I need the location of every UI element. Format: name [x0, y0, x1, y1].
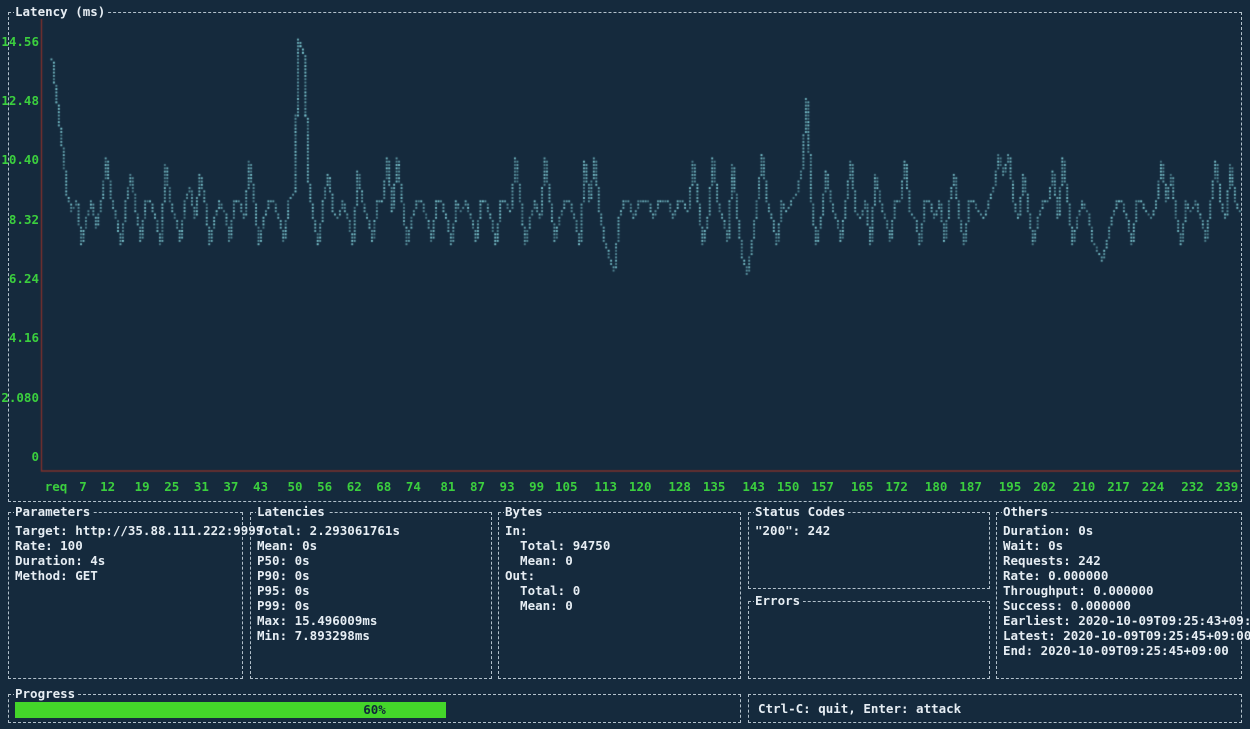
parameters-panel: Parameters Target: http://35.88.111.222:… — [8, 504, 264, 679]
x-tick-label: 143 — [742, 479, 765, 494]
stat-line: Latest: 2020-10-09T09:25:45+09:00 — [1003, 628, 1250, 643]
x-tick-label: 87 — [469, 479, 486, 494]
ali-terminal-screen[interactable]: Latency (ms) 14.5612.4810.408.326.244.16… — [0, 0, 1250, 729]
keybindings-hint-text: Ctrl-C: quit, Enter: attack — [758, 701, 962, 716]
x-tick-label: 165 — [850, 479, 874, 494]
others-stats: Duration: 0s Wait: 0s Requests: 242 Rate: 0… — [997, 513, 1250, 658]
x-tick-label: 25 — [164, 479, 180, 494]
x-tick-label: 202 — [1033, 479, 1056, 494]
x-tick-label: 195 — [998, 479, 1022, 494]
stat-line: Mean: 0s — [257, 538, 318, 553]
x-tick-label: 135 — [702, 479, 726, 494]
stat-line: Mean: 0 — [505, 598, 573, 613]
bytes-stats: In: Total: 94750 Mean: 0 Out: Total: 0 Me… — [499, 513, 740, 613]
x-tick-label: 105 — [554, 479, 578, 494]
x-tick-label: 217 — [1107, 479, 1130, 494]
y-tick-label: 6.24 — [8, 271, 39, 287]
status-codes-panel: Status Codes "200": 242 — [748, 504, 990, 589]
stat-line: Max: 15.496009ms — [257, 613, 378, 628]
x-axis-unit-label: req — [44, 479, 68, 494]
stat-line: Rate: 0.000000 — [1003, 568, 1109, 583]
x-axis-tick-labels: req 7 12 19 25 31 37 43 50 56 62 68 74 81 87 93 99 105 113… — [0, 479, 1250, 497]
progress-track: 60% — [15, 702, 734, 718]
x-tick-label: 157 — [811, 479, 834, 494]
stat-line: End: 2020-10-09T09:25:45+09:00 — [1003, 643, 1229, 658]
x-tick-label: 68 — [376, 479, 392, 494]
x-tick-label: 62 — [346, 479, 362, 494]
stat-line: Wait: 0s — [1003, 538, 1064, 553]
stat-line: P95: 0s — [257, 583, 310, 598]
y-axis-tick-labels: 14.56 12.48 10.40 8.32 6.24 4.16 2.080 0 — [1, 0, 39, 480]
stat-line: Total: 0 — [505, 583, 581, 598]
x-tick-label: 232 — [1181, 479, 1204, 494]
stat-line: P90: 0s — [257, 568, 310, 583]
stat-line: P50: 0s — [257, 553, 310, 568]
x-tick-label: 81 — [440, 479, 456, 494]
x-tick-label: 210 — [1072, 479, 1096, 494]
latency-chart-canvas — [0, 0, 1250, 510]
status-codes-stats: "200": 242 — [749, 513, 989, 538]
stat-line: Target: http://35.88.111.222:9999 — [15, 523, 264, 538]
errors-stats — [749, 602, 989, 612]
x-tick-label: 187 — [959, 479, 982, 494]
stat-line: Success: 0.000000 — [1003, 598, 1131, 613]
stat-line: P99: 0s — [257, 598, 310, 613]
progress-panel-title: Progress — [14, 686, 79, 702]
keybindings-panel: Ctrl-C: quit, Enter: attack — [748, 694, 1242, 723]
x-tick-label: 172 — [885, 479, 908, 494]
x-tick-label: 43 — [253, 479, 269, 494]
x-tick-label: 37 — [223, 479, 239, 494]
stat-line: Throughput: 0.000000 — [1003, 583, 1154, 598]
errors-panel: Errors — [748, 593, 990, 679]
stat-line: Earliest: 2020-10-09T09:25:43+09:00 — [1003, 613, 1250, 628]
x-tick-label: 99 — [529, 479, 545, 494]
x-tick-label: 224 — [1141, 479, 1165, 494]
x-tick-label: 31 — [193, 479, 209, 494]
x-tick-label: 56 — [317, 479, 333, 494]
stat-line: Requests: 242 — [1003, 553, 1101, 568]
latencies-stats: Total: 2.293061761s Mean: 0s P50: 0s P90: 0… — [251, 513, 491, 643]
progress-panel: Progress 60% — [8, 686, 741, 723]
progress-percent-label: 60% — [363, 702, 386, 717]
stat-line: Duration: 4s — [15, 553, 106, 568]
x-tick-label: 150 — [776, 479, 800, 494]
x-tick-label: 180 — [924, 479, 948, 494]
x-tick-label: 7 — [79, 479, 87, 494]
y-tick-label: 8.32 — [8, 211, 39, 227]
parameters-stats: Target: http://35.88.111.222:9999 Rate: 1… — [9, 513, 264, 583]
stat-line: Total: 2.293061761s — [257, 523, 400, 538]
stat-line: Duration: 0s — [1003, 523, 1094, 538]
x-tick-label: 120 — [628, 479, 652, 494]
stat-line: Mean: 0 — [505, 553, 573, 568]
stat-line: Rate: 100 — [15, 538, 83, 553]
y-tick-label: 2.080 — [1, 389, 39, 405]
stat-line: "200": 242 — [755, 523, 831, 538]
stat-line: In: — [505, 523, 528, 538]
x-tick-label: 239 — [1215, 479, 1239, 494]
y-tick-label: 10.40 — [1, 152, 39, 168]
x-tick-label: 12 — [100, 479, 116, 494]
stat-line: Out: — [505, 568, 536, 583]
x-tick-label: 93 — [499, 479, 515, 494]
latencies-panel: Latencies Total: 2.293061761s Mean: 0s P50… — [250, 504, 492, 679]
y-tick-label: 14.56 — [1, 33, 39, 49]
stat-line: Min: 7.893298ms — [257, 628, 370, 643]
stat-line: Total: 94750 — [505, 538, 611, 553]
x-tick-label: 74 — [405, 479, 421, 494]
bytes-panel: Bytes In: Total: 94750 Mean: 0 Out: Total… — [498, 504, 741, 679]
y-tick-label: 4.16 — [8, 330, 39, 346]
x-tick-label: 113 — [594, 479, 617, 494]
stat-line: Method: GET — [15, 568, 98, 583]
x-tick-label: 19 — [134, 479, 150, 494]
x-tick-label: 50 — [287, 479, 303, 494]
y-tick-label: 12.48 — [1, 93, 39, 109]
others-panel: Others Duration: 0s Wait: 0s Requests: 242… — [996, 504, 1250, 679]
x-tick-label: 128 — [668, 479, 691, 494]
y-tick-label: 0 — [31, 449, 39, 464]
